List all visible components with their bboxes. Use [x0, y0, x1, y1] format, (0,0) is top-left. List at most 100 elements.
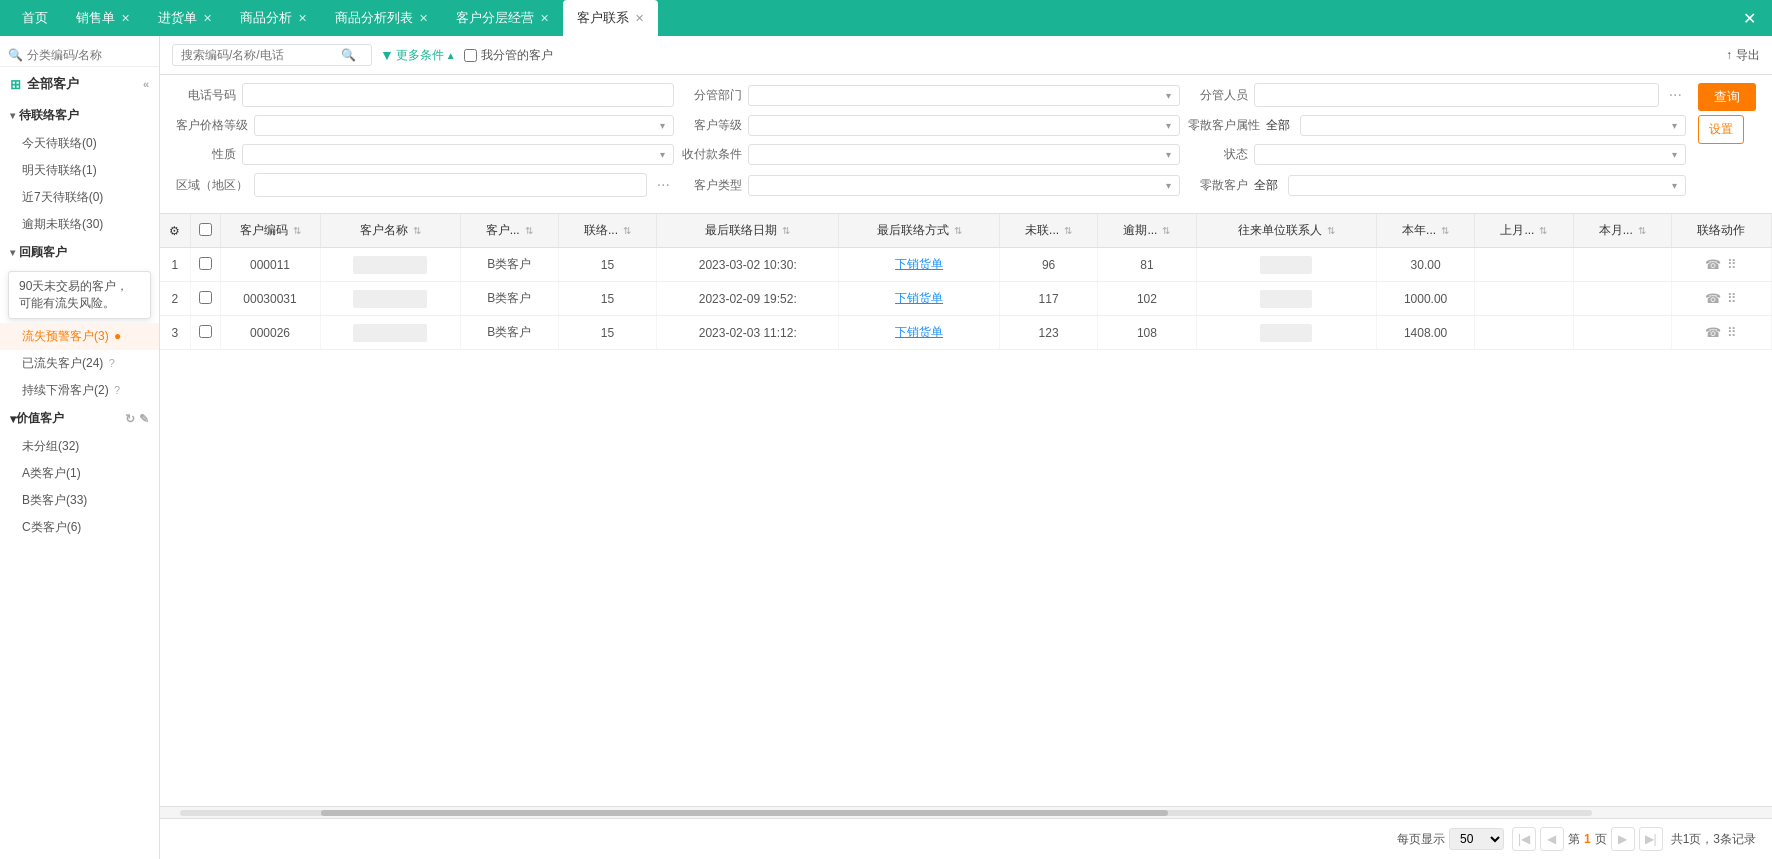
th-last-date[interactable]: 最后联络日期 ⇅ — [657, 214, 839, 248]
method-link[interactable]: 下销货单 — [895, 257, 943, 271]
th-overdue[interactable]: 逾期... ⇅ — [1098, 214, 1196, 248]
sidebar-item-churn-warning[interactable]: 流失预警客户(3) ● — [0, 323, 159, 350]
th-last-month[interactable]: 上月... ⇅ — [1475, 214, 1573, 248]
gender-select[interactable]: ▾ — [242, 144, 674, 165]
more-action-icon[interactable]: ⠿ — [1727, 325, 1737, 340]
payment-select[interactable]: ▾ — [748, 144, 1180, 165]
row-checkbox[interactable] — [199, 257, 212, 270]
row-last-method[interactable]: 下销货单 — [839, 248, 1000, 282]
tab-sales[interactable]: 销售单 ✕ — [62, 0, 144, 36]
row-checkbox-cell[interactable] — [190, 248, 220, 282]
sidebar-group-pending[interactable]: ▾ 待联络客户 — [0, 101, 159, 130]
sidebar-item-a-class[interactable]: A类客户(1) — [0, 460, 159, 487]
sidebar-group-review[interactable]: ▾ 回顾客户 — [0, 238, 159, 267]
sidebar-item-overdue[interactable]: 逾期未联络(30) — [0, 211, 159, 238]
person-input[interactable] — [1254, 83, 1659, 107]
tab-customer-segment[interactable]: 客户分层经营 ✕ — [442, 0, 563, 36]
contact-icon[interactable]: ☎ — [1705, 325, 1721, 340]
sidebar-item-churned[interactable]: 已流失客户(24) ? — [0, 350, 159, 377]
tab-home[interactable]: 首页 — [8, 0, 62, 36]
close-icon[interactable]: ✕ — [635, 12, 644, 25]
zero-attr-select[interactable]: ▾ — [1300, 115, 1686, 136]
prev-page-button[interactable]: ◀ — [1540, 827, 1564, 851]
scrollbar-track[interactable] — [180, 810, 1592, 816]
per-page-dropdown[interactable]: 50 100 200 — [1449, 828, 1504, 850]
method-link[interactable]: 下销货单 — [895, 325, 943, 339]
th-checkbox[interactable] — [190, 214, 220, 248]
close-icon[interactable]: ✕ — [419, 12, 428, 25]
refresh-icon[interactable]: ↻ — [125, 412, 135, 426]
th-settings[interactable]: ⚙ — [160, 214, 190, 248]
my-customers-checkbox[interactable] — [464, 49, 477, 62]
th-name[interactable]: 客户名称 ⇅ — [320, 214, 460, 248]
more-filter-button[interactable]: ▼ 更多条件 ▲ — [380, 47, 456, 64]
query-button[interactable]: 查询 — [1698, 83, 1756, 111]
sidebar-search-input[interactable] — [27, 48, 151, 62]
row-checkbox[interactable] — [199, 325, 212, 338]
method-link[interactable]: 下销货单 — [895, 291, 943, 305]
th-code[interactable]: 客户编码 ⇅ — [220, 214, 320, 248]
th-last-method[interactable]: 最后联络方式 ⇅ — [839, 214, 1000, 248]
sidebar-group-value[interactable]: ▾ 价值客户 ↻ ✎ — [0, 404, 159, 433]
contact-icon[interactable]: ☎ — [1705, 291, 1721, 306]
scrollbar-thumb[interactable] — [321, 810, 1168, 816]
phone-input[interactable] — [242, 83, 674, 107]
zero-customer-select[interactable]: ▾ — [1288, 175, 1686, 196]
grid-icon: ⊞ — [10, 77, 21, 92]
th-no-contact[interactable]: 未联... ⇅ — [999, 214, 1097, 248]
th-this-year[interactable]: 本年... ⇅ — [1376, 214, 1474, 248]
table-header-row: ⚙ 客户编码 ⇅ 客户名称 — [160, 214, 1772, 248]
close-icon[interactable]: ✕ — [121, 12, 130, 25]
th-this-month[interactable]: 本月... ⇅ — [1573, 214, 1671, 248]
next-page-button[interactable]: ▶ — [1611, 827, 1635, 851]
th-contact-person[interactable]: 往来单位联系人 ⇅ — [1196, 214, 1376, 248]
sidebar-item-c-class[interactable]: C类客户(6) — [0, 514, 159, 541]
row-checkbox-cell[interactable] — [190, 282, 220, 316]
more-action-icon[interactable]: ⠿ — [1727, 291, 1737, 306]
status-select[interactable]: ▾ — [1254, 144, 1686, 165]
select-all-checkbox[interactable] — [199, 223, 212, 236]
window-close-button[interactable]: ✕ — [1735, 5, 1764, 32]
tab-customer-contact[interactable]: 客户联系 ✕ — [563, 0, 658, 36]
row-checkbox-cell[interactable] — [190, 316, 220, 350]
price-level-select[interactable]: ▾ — [254, 115, 674, 136]
more-dots-icon[interactable]: ··· — [1665, 86, 1686, 104]
close-icon[interactable]: ✕ — [298, 12, 307, 25]
tab-analysis[interactable]: 商品分析 ✕ — [226, 0, 321, 36]
dept-select[interactable]: ▾ — [748, 85, 1180, 106]
level-select[interactable]: ▾ — [748, 115, 1180, 136]
sidebar-item-tomorrow[interactable]: 明天待联络(1) — [0, 157, 159, 184]
first-page-button[interactable]: |◀ — [1512, 827, 1536, 851]
my-customers-filter[interactable]: 我分管的客户 — [464, 47, 553, 64]
settings-icon[interactable]: ⚙ — [169, 224, 180, 238]
sidebar-all-customers[interactable]: ⊞ 全部客户 « — [0, 67, 159, 101]
export-button[interactable]: ↑ 导出 — [1726, 47, 1760, 64]
search-button[interactable]: 🔍 — [341, 48, 356, 62]
type-select[interactable]: ▾ — [748, 175, 1180, 196]
area-input[interactable] — [254, 173, 647, 197]
sidebar-item-ungrouped[interactable]: 未分组(32) — [0, 433, 159, 460]
more-dots-icon[interactable]: ··· — [653, 176, 674, 194]
sidebar-item-7days[interactable]: 近7天待联络(0) — [0, 184, 159, 211]
horizontal-scrollbar[interactable] — [160, 806, 1772, 818]
th-type[interactable]: 客户... ⇅ — [460, 214, 558, 248]
close-icon[interactable]: ✕ — [540, 12, 549, 25]
tab-analysis-list[interactable]: 商品分析列表 ✕ — [321, 0, 442, 36]
more-action-icon[interactable]: ⠿ — [1727, 257, 1737, 272]
sidebar-item-declining[interactable]: 持续下滑客户(2) ? — [0, 377, 159, 404]
edit-icon[interactable]: ✎ — [139, 412, 149, 426]
last-page-button[interactable]: ▶| — [1639, 827, 1663, 851]
sidebar-item-b-class[interactable]: B类客户(33) — [0, 487, 159, 514]
th-contact[interactable]: 联络... ⇅ — [558, 214, 656, 248]
sidebar-item-today[interactable]: 今天待联络(0) — [0, 130, 159, 157]
contact-icon[interactable]: ☎ — [1705, 257, 1721, 272]
tab-purchase[interactable]: 进货单 ✕ — [144, 0, 226, 36]
row-this-year: 1408.00 — [1376, 316, 1474, 350]
setting-button[interactable]: 设置 — [1698, 115, 1744, 144]
row-last-method[interactable]: 下销货单 — [839, 316, 1000, 350]
row-last-method[interactable]: 下销货单 — [839, 282, 1000, 316]
sort-icon: ⇅ — [1327, 225, 1335, 236]
row-checkbox[interactable] — [199, 291, 212, 304]
search-input[interactable] — [181, 48, 341, 62]
close-icon[interactable]: ✕ — [203, 12, 212, 25]
